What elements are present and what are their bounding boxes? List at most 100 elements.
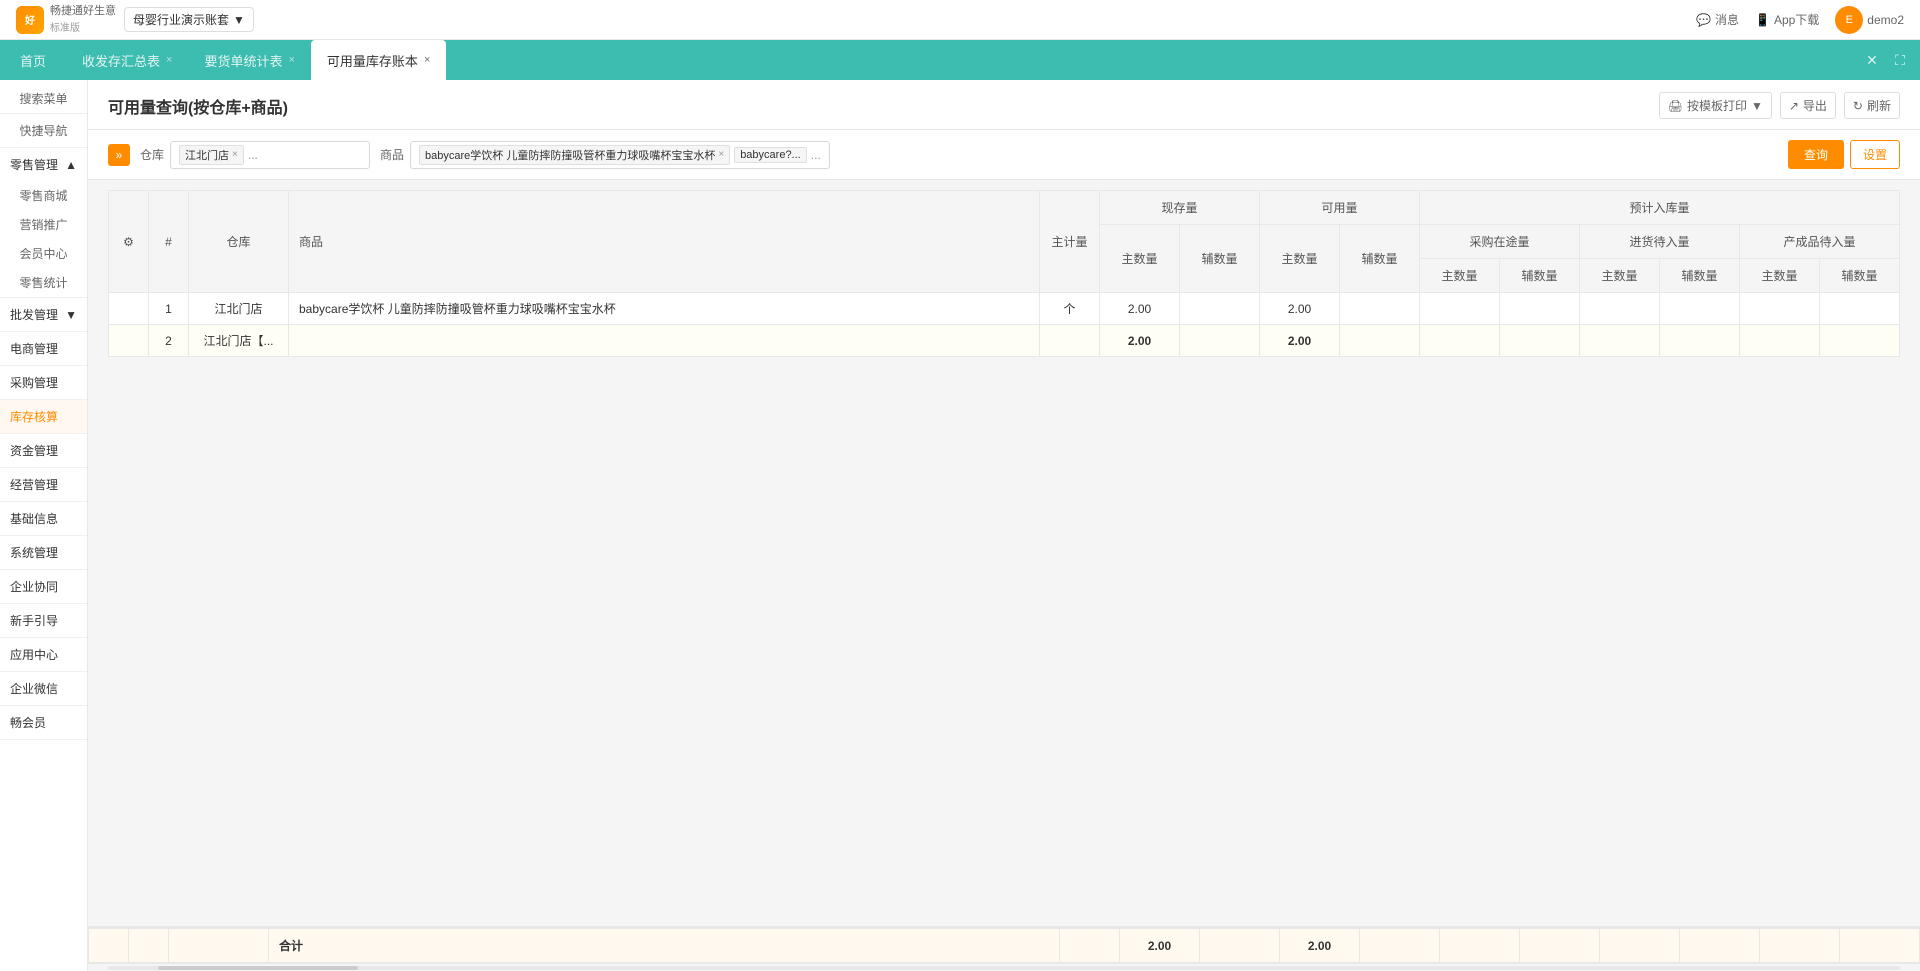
tab-receivable-summary[interactable]: 收发存汇总表 ×	[66, 40, 188, 80]
sidebar-item-marketing[interactable]: 营销推广	[0, 210, 87, 239]
sidebar-item-retail-stats[interactable]: 零售统计	[0, 268, 87, 297]
row1-incoming-main	[1580, 293, 1660, 325]
th-production-sub: 辅数量	[1820, 259, 1900, 293]
sidebar-operations-header[interactable]: 经营管理	[0, 468, 87, 501]
total-incoming-sub	[1680, 929, 1760, 963]
export-icon: ↗	[1789, 99, 1799, 113]
industry-selector[interactable]: 母婴行业演示账套 ▼	[124, 7, 254, 32]
tab-available-stock[interactable]: 可用量库存账本 ×	[311, 40, 446, 80]
username: demo2	[1867, 13, 1904, 27]
row2-production-sub	[1820, 325, 1900, 357]
tab-receivable-close[interactable]: ×	[166, 54, 172, 66]
sidebar-inventory-label: 库存核算	[10, 408, 58, 425]
scrollbar-track	[108, 966, 1900, 970]
sidebar-purchase-label: 采购管理	[10, 374, 58, 391]
page-header: 可用量查询(按仓库+商品) 🖨 按模板打印 ▼ ↗ 导出 ↻ 刷新	[88, 80, 1920, 130]
sidebar-quick-nav[interactable]: 快捷导航	[0, 114, 87, 148]
sidebar-wholesale-header[interactable]: 批发管理 ▼	[0, 298, 87, 331]
row2-stock-sub	[1180, 325, 1260, 357]
chevron-up-icon: ▲	[65, 158, 77, 172]
th-forecast-group: 预计入库量	[1420, 191, 1900, 225]
total-purchase-main	[1440, 929, 1520, 963]
logo-texts: 畅捷通好生意 标准版	[50, 5, 116, 33]
th-available-sub: 辅数量	[1340, 225, 1420, 293]
sidebar-section-system: 系统管理	[0, 536, 87, 570]
sidebar-retail-header[interactable]: 零售管理 ▲	[0, 148, 87, 181]
sidebar-basic-header[interactable]: 基础信息	[0, 502, 87, 535]
sidebar-search[interactable]: 搜索菜单	[0, 80, 87, 114]
warehouse-tag-close[interactable]: ×	[232, 149, 238, 160]
message-btn[interactable]: 💬 消息	[1696, 11, 1739, 28]
sidebar-enterprise-header[interactable]: 企业协同	[0, 570, 87, 603]
tab-home[interactable]: 首页	[0, 40, 66, 80]
row2-production-main	[1740, 325, 1820, 357]
sidebar-system-header[interactable]: 系统管理	[0, 536, 87, 569]
sidebar-ecommerce-header[interactable]: 电商管理	[0, 332, 87, 365]
sidebar-section-retail: 零售管理 ▲ 零售商城 营销推广 会员中心 零售统计	[0, 148, 87, 298]
sidebar-purchase-header[interactable]: 采购管理	[0, 366, 87, 399]
export-btn[interactable]: ↗ 导出	[1780, 92, 1836, 119]
sidebar-item-retail-mall[interactable]: 零售商城	[0, 181, 87, 210]
row2-incoming-main	[1580, 325, 1660, 357]
nav-maximize-btn[interactable]: ⛶	[1890, 50, 1910, 70]
sidebar-guide-label: 新手引导	[10, 612, 58, 629]
scrollbar-thumb[interactable]	[158, 966, 358, 970]
sidebar-section-finance: 资金管理	[0, 434, 87, 468]
tab-order-label: 要货单统计表	[204, 51, 282, 70]
product-tag1-close[interactable]: ×	[718, 149, 724, 160]
th-incoming-group: 进货待入量	[1580, 225, 1740, 259]
sidebar-inventory-header[interactable]: 库存核算	[0, 400, 87, 433]
app-download-label: App下载	[1774, 11, 1819, 28]
total-purchase-sub	[1520, 929, 1600, 963]
refresh-icon: ↻	[1853, 99, 1863, 113]
total-unit-cell	[1060, 929, 1120, 963]
warehouse-ellipsis[interactable]: ...	[248, 148, 258, 162]
tab-available-close[interactable]: ×	[424, 54, 430, 66]
tab-order-close[interactable]: ×	[288, 54, 294, 66]
sidebar-item-members[interactable]: 会员中心	[0, 239, 87, 268]
message-label: 消息	[1715, 11, 1739, 28]
user-area[interactable]: E demo2	[1835, 6, 1904, 34]
th-settings[interactable]: ⚙	[109, 191, 149, 293]
sidebar-wecom-header[interactable]: 企业微信	[0, 672, 87, 705]
row2-settings	[109, 325, 149, 357]
avatar: E	[1835, 6, 1863, 34]
query-btn[interactable]: 查询	[1788, 140, 1844, 169]
expand-icon: »	[116, 148, 123, 162]
row1-warehouse: 江北门店	[189, 293, 289, 325]
scrollbar-area	[88, 963, 1920, 971]
nav-close-btn[interactable]: ✕	[1862, 50, 1882, 70]
app-download-btn[interactable]: 📱 App下载	[1755, 11, 1819, 28]
expand-btn[interactable]: »	[108, 144, 130, 166]
print-btn[interactable]: 🖨 按模板打印 ▼	[1659, 92, 1772, 119]
sidebar-appstore-header[interactable]: 应用中心	[0, 638, 87, 671]
product-ellipsis[interactable]: ...	[811, 148, 821, 162]
chevron-down-icon: ▼	[233, 13, 245, 27]
total-available-sub	[1360, 929, 1440, 963]
product-label: 商品	[380, 146, 404, 163]
row1-purchase-main	[1420, 293, 1500, 325]
sidebar-section-wecom: 企业微信	[0, 672, 87, 706]
row1-purchase-sub	[1500, 293, 1580, 325]
settings-btn[interactable]: 设置	[1850, 140, 1900, 169]
refresh-btn[interactable]: ↻ 刷新	[1844, 92, 1900, 119]
sidebar-finance-header[interactable]: 资金管理	[0, 434, 87, 467]
th-stock-sub: 辅数量	[1180, 225, 1260, 293]
warehouse-filter: 仓库 江北门店 × ...	[140, 141, 370, 169]
product-input[interactable]: babycare学饮杯 儿童防摔防撞吸管杯重力球吸嘴杯宝宝水杯 × babyca…	[410, 141, 830, 169]
row2-no: 2	[149, 325, 189, 357]
sidebar-guide-header[interactable]: 新手引导	[0, 604, 87, 637]
sidebar-ecommerce-label: 电商管理	[10, 340, 58, 357]
tab-order-stats[interactable]: 要货单统计表 ×	[188, 40, 310, 80]
sidebar-member-header[interactable]: 畅会员	[0, 706, 87, 739]
product-tag1-text: babycare学饮杯 儿童防摔防撞吸管杯重力球吸嘴杯宝宝水杯	[425, 147, 715, 163]
sidebar-section-member: 畅会员	[0, 706, 87, 740]
nav-tabs: 首页 收发存汇总表 × 要货单统计表 × 可用量库存账本 × ✕ ⛶	[0, 40, 1920, 80]
th-production-group: 产成品待入量	[1740, 225, 1900, 259]
warehouse-input[interactable]: 江北门店 × ...	[170, 141, 370, 169]
warehouse-tag-text: 江北门店	[185, 147, 229, 163]
table-footer: 合计 2.00 2.00	[88, 926, 1920, 971]
product-filter: 商品 babycare学饮杯 儿童防摔防撞吸管杯重力球吸嘴杯宝宝水杯 × bab…	[380, 141, 830, 169]
sidebar-operations-label: 经营管理	[10, 476, 58, 493]
table-row: 2 江北门店【... 2.00 2.00	[109, 325, 1900, 357]
